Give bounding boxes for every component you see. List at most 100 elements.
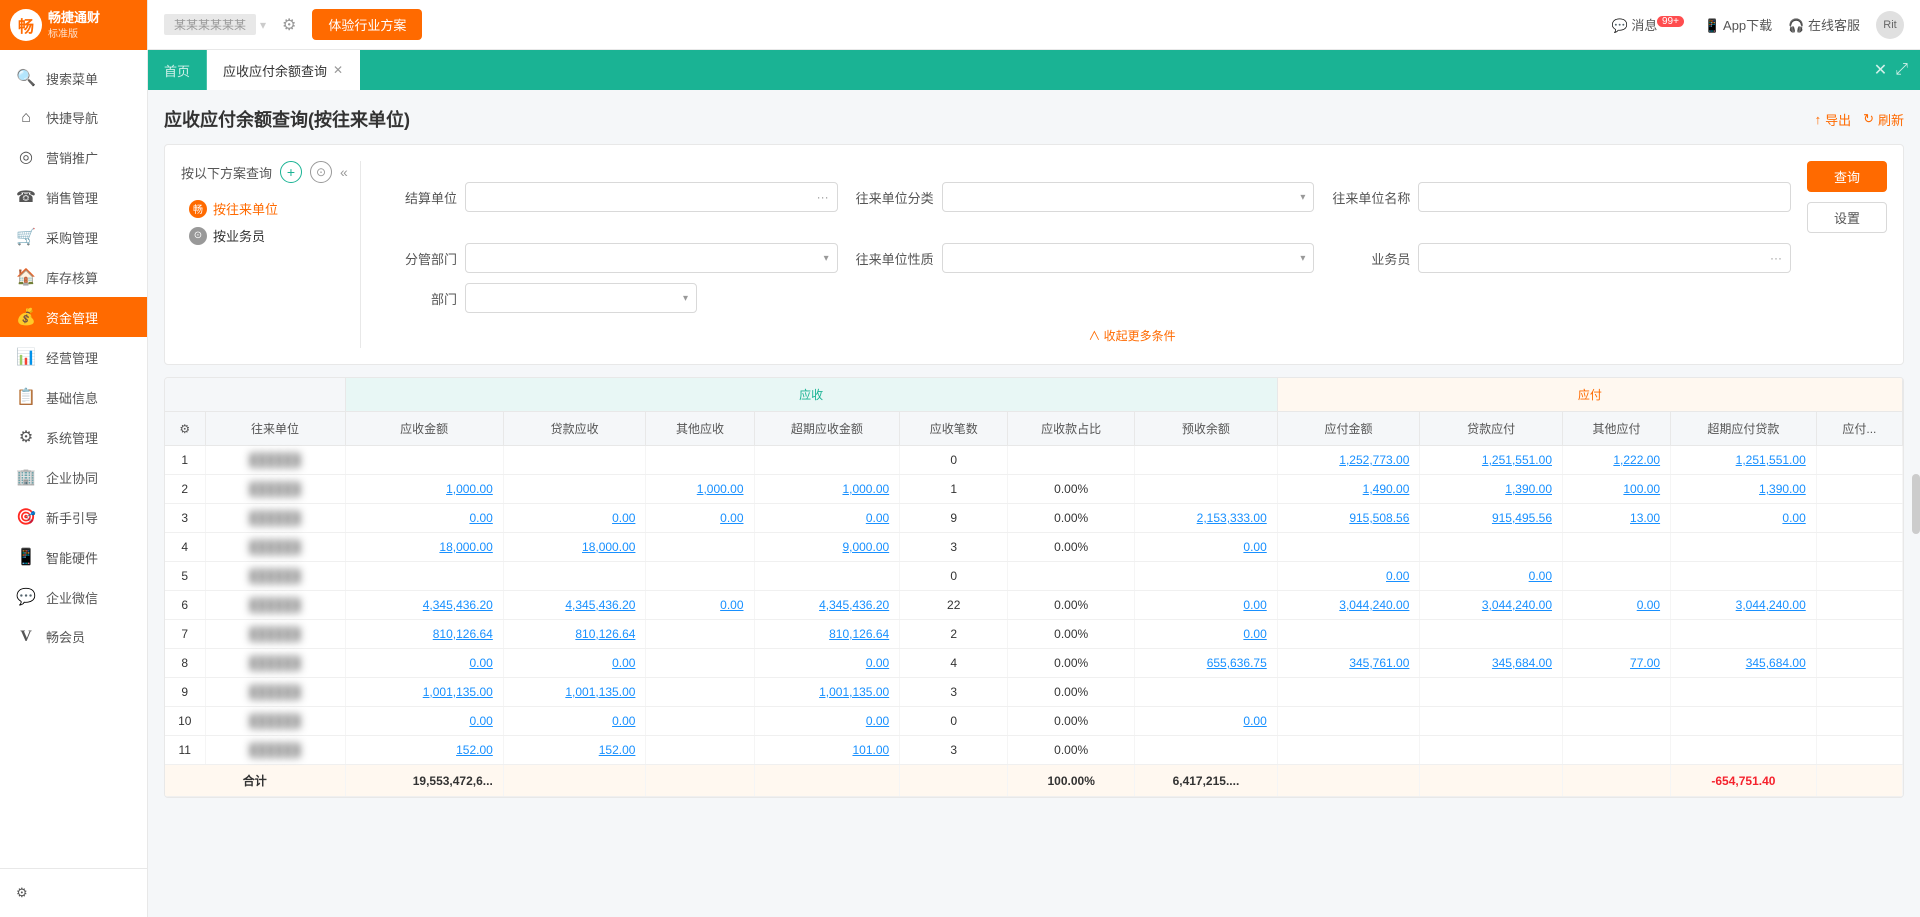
search-row-3: 部门 ▾ [377, 283, 1887, 313]
sidebar-item-system[interactable]: ⚙ 系统管理 [0, 417, 147, 457]
sidebar-bottom: ⚙ [0, 868, 147, 917]
sidebar-item-member[interactable]: V 畅会员 [0, 617, 147, 656]
partner-category-input[interactable]: ▾ [942, 182, 1315, 212]
tab-maximize-icon[interactable]: ⤢ [1895, 61, 1908, 79]
promo-button[interactable]: 体验行业方案 [312, 9, 422, 40]
salesperson-input[interactable]: ··· [1418, 243, 1791, 273]
th-partner: 往来单位 [205, 412, 345, 446]
partner-nature-input[interactable]: ▾ [942, 243, 1315, 273]
table-row: 9██████1,001,135.001,001,135.001,001,135… [165, 678, 1903, 707]
table-row: 3██████0.000.000.000.0090.00%2,153,333.0… [165, 504, 1903, 533]
avatar: Rit [1876, 11, 1904, 39]
message-icon: 💬 [1612, 18, 1628, 33]
action-buttons: 查询 设置 [1807, 161, 1887, 233]
th-ap-group: 应付 [1277, 378, 1902, 412]
sidebar-item-purchase[interactable]: 🛒 采购管理 [0, 217, 147, 257]
tab-home[interactable]: 首页 [148, 50, 207, 90]
footer-ap-more [1816, 765, 1902, 797]
th-ap-other: 其他应付 [1563, 412, 1671, 446]
sidebar-item-wechat[interactable]: 💬 企业微信 [0, 577, 147, 617]
partner-name-field: 往来单位名称 [1330, 182, 1791, 212]
footer-ar-ratio: 100.00% [1008, 765, 1135, 797]
footer-ar-other [646, 765, 754, 797]
refresh-button[interactable]: ↻ 刷新 [1863, 110, 1904, 129]
system-icon: ⚙ [16, 427, 36, 447]
tab-close-icon[interactable]: ✕ [333, 63, 343, 77]
gear-icon[interactable]: ⚙ [282, 15, 296, 35]
scheme-staff-icon: ⊙ [189, 227, 207, 245]
sidebar-item-basic[interactable]: 📋 基础信息 [0, 377, 147, 417]
config-scheme-button[interactable]: ⊙ [310, 161, 332, 183]
tab-close-window-icon[interactable]: ✕ [1874, 60, 1887, 80]
sidebar-item-search[interactable]: 🔍 搜索菜单 [0, 58, 147, 98]
scheme-by-unit[interactable]: 畅 按往来单位 [181, 195, 348, 222]
scheme-unit-icon: 畅 [189, 200, 207, 218]
home-icon: ⌂ [16, 109, 36, 127]
sidebar-item-quick[interactable]: ⌂ 快捷导航 [0, 98, 147, 137]
footer-ar-overdue [754, 765, 900, 797]
page-title: 应收应付余额查询(按往来单位) [164, 106, 410, 132]
manage-dept-field: 分管部门 ▾ [377, 243, 838, 273]
th-prepay: 预收余额 [1135, 412, 1278, 446]
th-ar-ratio: 应收款占比 [1008, 412, 1135, 446]
data-table: 应收 应付 ⚙ 往来单位 应收金额 贷款应收 其他应收 超期应收金额 应收笔数 … [165, 378, 1903, 797]
settings-col-icon[interactable]: ⚙ [179, 422, 190, 436]
sidebar-item-sales[interactable]: ☎ 销售管理 [0, 177, 147, 217]
footer-ap-loan [1420, 765, 1563, 797]
tabbar: 首页 应收应付余额查询 ✕ ✕ ⤢ [148, 50, 1920, 90]
sidebar-item-marketing[interactable]: ◎ 营销推广 [0, 137, 147, 177]
sidebar-item-enterprise[interactable]: 🏢 企业协同 [0, 457, 147, 497]
tab-arbalance[interactable]: 应收应付余额查询 ✕ [207, 50, 360, 90]
footer-ar-amount: 19,553,472,6... [345, 765, 503, 797]
sidebar-item-hardware[interactable]: 📱 智能硬件 [0, 537, 147, 577]
sidebar-item-capital[interactable]: 💰 资金管理 [0, 297, 147, 337]
partner-name-input[interactable] [1418, 182, 1791, 212]
scheme-by-staff[interactable]: ⊙ 按业务员 [181, 222, 348, 249]
export-button[interactable]: ↑ 导出 [1815, 110, 1852, 129]
member-icon: V [16, 628, 36, 646]
th-ar-group: 应收 [345, 378, 1277, 412]
app-download-button[interactable]: 📱 App下载 [1704, 15, 1772, 34]
setting-button[interactable]: 设置 [1807, 202, 1887, 233]
sidebar-item-operation[interactable]: 📊 经营管理 [0, 337, 147, 377]
dept-input[interactable]: ▾ [465, 283, 697, 313]
table-row: 1██████01,252,773.001,251,551.001,222.00… [165, 446, 1903, 475]
th-index: ⚙ [165, 412, 205, 446]
add-scheme-button[interactable]: + [280, 161, 302, 183]
th-ap-overdue: 超期应付贷款 [1671, 412, 1817, 446]
footer-ap-amount [1277, 765, 1420, 797]
search-row-2: 分管部门 ▾ 往来单位性质 ▾ 业务员 ··· [377, 243, 1887, 273]
user-menu[interactable]: Rit [1876, 11, 1904, 39]
logo-icon: 畅 [10, 9, 42, 41]
topbar: 某某某某某某 ▾ ⚙ 体验行业方案 💬 消息 99+ 📱 App下载 🎧 在线客… [148, 0, 1920, 50]
settlement-unit-input[interactable]: ··· [465, 182, 838, 212]
table-row: 7██████810,126.64810,126.64810,126.6420.… [165, 620, 1903, 649]
manage-dept-input[interactable]: ▾ [465, 243, 838, 273]
footer-ap-other [1563, 765, 1671, 797]
sidebar-settings-button[interactable]: ⚙ [0, 877, 147, 909]
th-ar-other: 其他应收 [646, 412, 754, 446]
page-header: 应收应付余额查询(按往来单位) ↑ 导出 ↻ 刷新 [164, 106, 1904, 132]
message-button[interactable]: 💬 消息 99+ [1612, 15, 1688, 34]
sidebar-item-guide[interactable]: 🎯 新手引导 [0, 497, 147, 537]
wechat-icon: 💬 [16, 587, 36, 607]
dept-field: 部门 ▾ [377, 283, 697, 313]
sidebar-item-inventory[interactable]: 🏠 库存核算 [0, 257, 147, 297]
service-button[interactable]: 🎧 在线客服 [1788, 15, 1860, 34]
search-panel: 按以下方案查询 + ⊙ « 畅 按往来单位 ⊙ 按业务员 [164, 144, 1904, 365]
settlement-unit-field: 结算单位 ··· [377, 182, 838, 212]
table-row: 11██████152.00152.00101.0030.00% [165, 736, 1903, 765]
table-row: 10██████0.000.000.0000.00%0.00 [165, 707, 1903, 736]
sidebar-nav: 🔍 搜索菜单 ⌂ 快捷导航 ◎ 营销推广 ☎ 销售管理 🛒 采购管理 🏠 库存核… [0, 50, 147, 868]
th-ar-loan: 贷款应收 [503, 412, 646, 446]
hardware-icon: 📱 [16, 547, 36, 567]
collapse-more-button[interactable]: ∧ 收起更多条件 [377, 323, 1887, 348]
collapse-scheme-button[interactable]: « [340, 164, 348, 180]
enterprise-icon: 🏢 [16, 467, 36, 487]
page-actions: ↑ 导出 ↻ 刷新 [1815, 110, 1904, 129]
partner-category-field: 往来单位分类 ▾ [854, 182, 1315, 212]
breadcrumb: 某某某某某某 ▾ [164, 14, 266, 35]
query-button[interactable]: 查询 [1807, 161, 1887, 192]
salesperson-field: 业务员 ··· [1330, 243, 1791, 273]
footer-ap-overdue: -654,751.40 [1671, 765, 1817, 797]
